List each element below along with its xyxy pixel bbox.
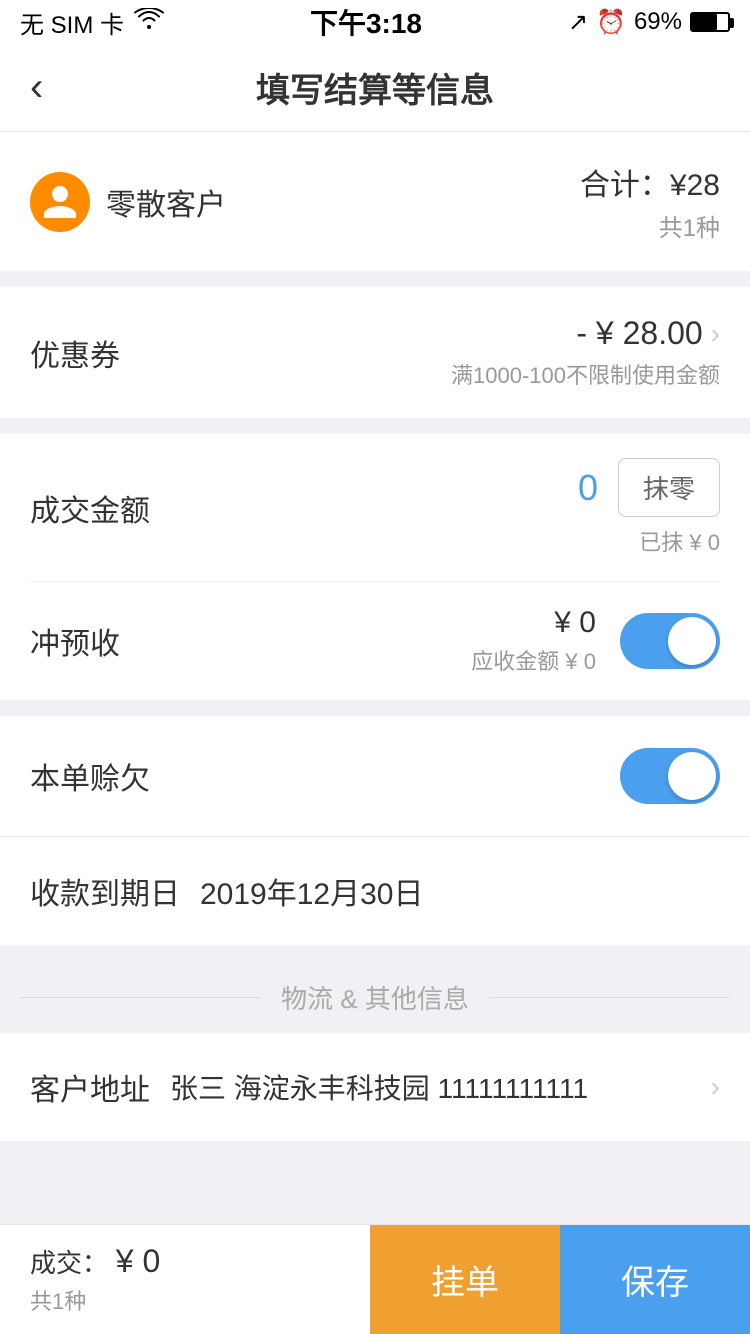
- customer-avatar: [30, 172, 90, 232]
- transaction-sub: 已抹 ¥ 0: [639, 525, 720, 557]
- prepay-receivable: 应收金额 ¥ 0: [471, 644, 596, 676]
- status-right: ↗ ⏰ 69%: [568, 8, 730, 37]
- prepay-toggle[interactable]: [620, 613, 720, 669]
- bottom-bar: 成交： ¥ 0 共1种 挂单 保存: [0, 1224, 750, 1334]
- address-chevron-icon: ›: [711, 1071, 720, 1103]
- bottom-deal-label: 成交：: [30, 1248, 108, 1278]
- coupon-discount: - ¥ 28.00: [576, 315, 702, 352]
- sim-label: 无 SIM 卡: [20, 5, 124, 40]
- back-button[interactable]: ‹: [30, 65, 43, 110]
- prepay-values: ¥ 0 应收金额 ¥ 0: [471, 606, 596, 676]
- debt-card: 本单赊欠 收款到期日 2019年12月30日: [0, 716, 750, 945]
- toggle-knob: [668, 617, 716, 665]
- amount-row: 成交金额 0 抹零 已抹 ¥ 0: [30, 434, 720, 581]
- address-label: 客户地址: [30, 1065, 150, 1109]
- debt-label: 本单赊欠: [30, 754, 150, 798]
- round-button[interactable]: 抹零: [618, 458, 720, 517]
- address-row[interactable]: 客户地址 张三 海淀永丰科技园 11111111111 ›: [0, 1033, 750, 1141]
- transaction-label: 成交金额: [30, 486, 150, 530]
- location-icon: ↗: [568, 8, 588, 37]
- prepay-right: ¥ 0 应收金额 ¥ 0: [471, 606, 720, 676]
- customer-card: 零散客户 合计：¥28 共1种: [0, 132, 750, 271]
- prepay-row: 冲预收 ¥ 0 应收金额 ¥ 0: [30, 581, 720, 700]
- battery-icon: [690, 12, 730, 32]
- transaction-value: 0: [578, 467, 598, 508]
- customer-right: 合计：¥28 共1种: [580, 160, 720, 243]
- due-label: 收款到期日: [30, 869, 180, 913]
- customer-count: 共1种: [580, 208, 720, 243]
- debt-row: 本单赊欠: [0, 716, 750, 836]
- content: 零散客户 合计：¥28 共1种 优惠券 - ¥ 28.00 › 满1000-10…: [0, 132, 750, 1261]
- battery-percentage: 69%: [634, 8, 682, 36]
- status-time: 下午3:18: [310, 2, 422, 42]
- coupon-label: 优惠券: [30, 331, 120, 375]
- coupon-chevron-icon: ›: [711, 318, 720, 350]
- debt-toggle-knob: [668, 752, 716, 800]
- wifi-icon: [134, 8, 164, 37]
- debt-toggle[interactable]: [620, 748, 720, 804]
- section-separator: 物流 & 其他信息: [0, 961, 750, 1033]
- due-row: 收款到期日 2019年12月30日: [0, 836, 750, 945]
- prepay-amount: ¥ 0: [471, 606, 596, 640]
- section-separator-text: 物流 & 其他信息: [281, 979, 469, 1016]
- bottom-count: 共1种: [30, 1284, 340, 1316]
- save-button[interactable]: 保存: [560, 1225, 750, 1334]
- person-icon: [40, 182, 80, 222]
- due-date: 2019年12月30日: [200, 869, 423, 913]
- alarm-icon: ⏰: [596, 8, 626, 37]
- customer-name: 零散客户: [106, 180, 226, 224]
- status-left: 无 SIM 卡: [20, 5, 164, 40]
- bottom-deal-amount: ¥ 0: [116, 1243, 160, 1279]
- bottom-deal-line: 成交： ¥ 0: [30, 1243, 340, 1280]
- coupon-right: - ¥ 28.00 › 满1000-100不限制使用金额: [451, 315, 720, 390]
- sep-line-right: [489, 997, 730, 998]
- customer-row: 零散客户 合计：¥28 共1种: [0, 132, 750, 271]
- status-bar: 无 SIM 卡 下午3:18 ↗ ⏰ 69%: [0, 0, 750, 44]
- coupon-desc: 满1000-100不限制使用金额: [451, 358, 720, 390]
- nav-title: 填写结算等信息: [256, 63, 494, 112]
- hold-button[interactable]: 挂单: [370, 1225, 560, 1334]
- coupon-row[interactable]: 优惠券 - ¥ 28.00 › 满1000-100不限制使用金额: [0, 287, 750, 418]
- transaction-prepay-card: 成交金额 0 抹零 已抹 ¥ 0 冲预收 ¥ 0 应收金额 ¥ 0: [0, 434, 750, 700]
- address-value: 张三 海淀永丰科技园 11111111111: [170, 1067, 711, 1107]
- customer-left: 零散客户: [30, 172, 226, 232]
- sep-line-left: [20, 997, 261, 998]
- coupon-card[interactable]: 优惠券 - ¥ 28.00 › 满1000-100不限制使用金额: [0, 287, 750, 418]
- customer-total: 合计：¥28: [580, 160, 720, 204]
- nav-bar: ‹ 填写结算等信息: [0, 44, 750, 132]
- prepay-label: 冲预收: [30, 619, 120, 663]
- bottom-info: 成交： ¥ 0 共1种: [0, 1243, 370, 1316]
